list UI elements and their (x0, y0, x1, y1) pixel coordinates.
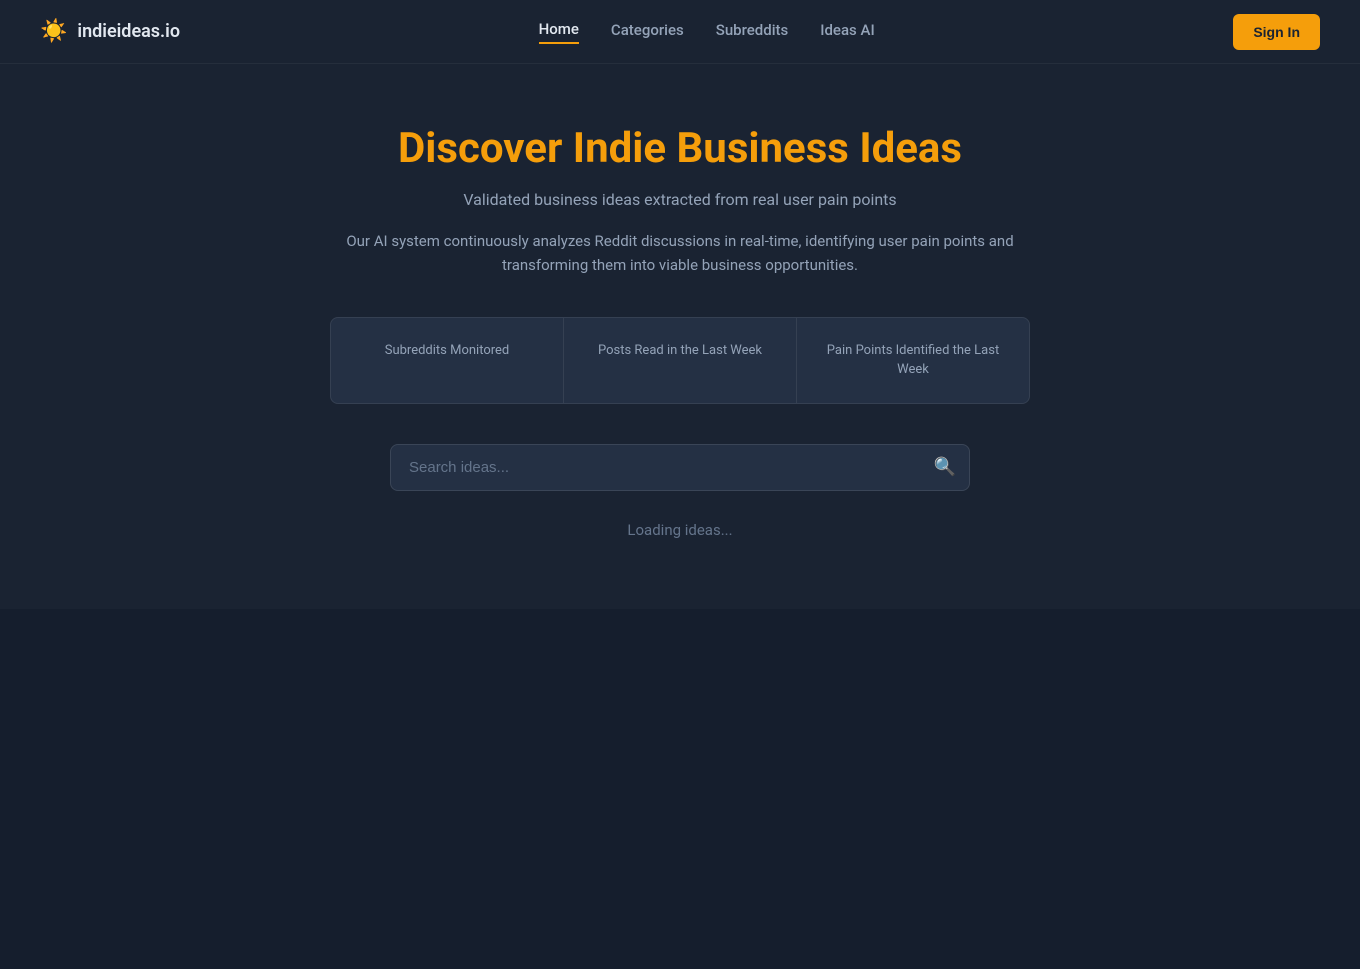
sign-in-button[interactable]: Sign In (1233, 14, 1320, 50)
hero-description: Our AI system continuously analyzes Redd… (340, 229, 1020, 277)
stat-label-subreddits: Subreddits Monitored (351, 342, 543, 360)
stat-card-painpoints: Pain Points Identified the Last Week (796, 317, 1030, 403)
hero-section: Discover Indie Business Ideas Validated … (0, 64, 1360, 599)
stat-card-subreddits: Subreddits Monitored (330, 317, 563, 403)
loading-text: Loading ideas... (40, 521, 1320, 539)
nav-categories[interactable]: Categories (611, 21, 684, 43)
logo-icon: ☀️ (40, 19, 67, 44)
nav-links: Home Categories Subreddits Ideas AI (539, 20, 875, 44)
navbar: ☀️ indieideas.io Home Categories Subredd… (0, 0, 1360, 64)
stats-row: Subreddits Monitored Posts Read in the L… (330, 317, 1030, 403)
logo-link[interactable]: ☀️ indieideas.io (40, 19, 180, 44)
nav-subreddits[interactable]: Subreddits (716, 21, 789, 43)
nav-home[interactable]: Home (539, 20, 579, 44)
stat-label-posts: Posts Read in the Last Week (584, 342, 776, 360)
lower-section (0, 609, 1360, 969)
search-icon: 🔍 (934, 457, 956, 477)
hero-subtitle: Validated business ideas extracted from … (40, 190, 1320, 209)
stat-label-painpoints: Pain Points Identified the Last Week (817, 342, 1009, 378)
logo-text: indieideas.io (77, 21, 180, 42)
search-input[interactable] (390, 444, 970, 491)
nav-ideas-ai[interactable]: Ideas AI (820, 21, 874, 43)
hero-title: Discover Indie Business Ideas (40, 124, 1320, 174)
nav-right: Sign In (1233, 14, 1320, 50)
stat-card-posts: Posts Read in the Last Week (563, 317, 796, 403)
search-button[interactable]: 🔍 (934, 457, 956, 478)
search-container: 🔍 (390, 444, 970, 491)
